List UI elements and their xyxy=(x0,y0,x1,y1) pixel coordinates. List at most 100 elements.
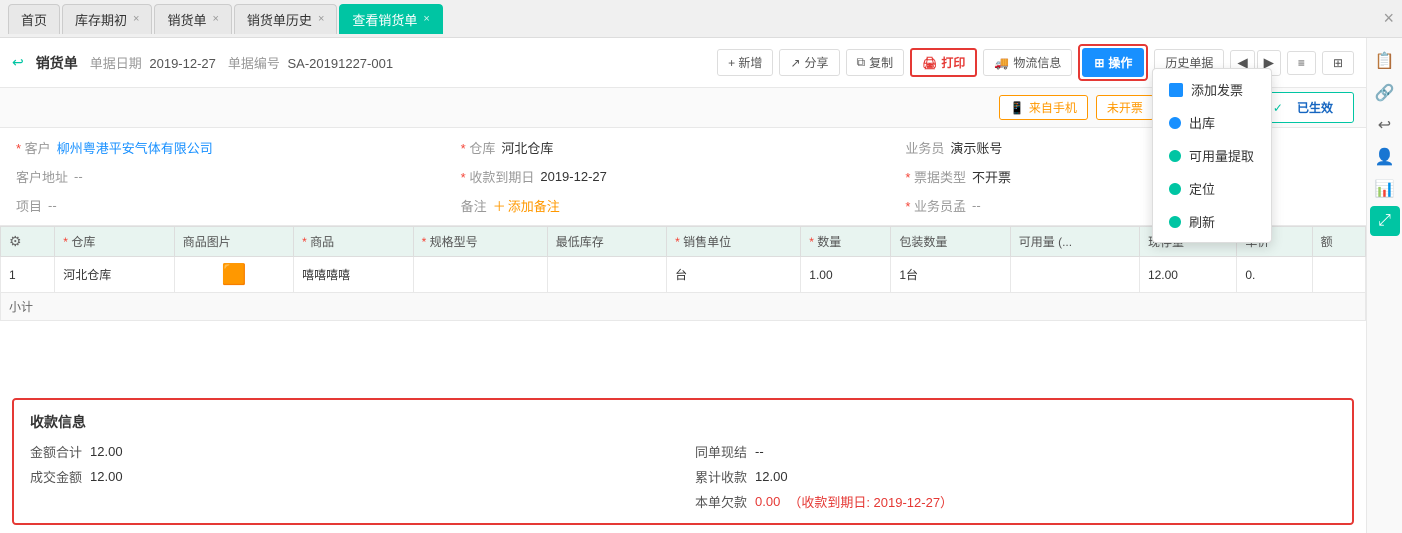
effective-button[interactable]: ✓ 已生效 xyxy=(1262,92,1354,123)
sidebar-icon-6[interactable]: ⤢ xyxy=(1370,206,1400,236)
ticket-type-label: 票据类型 xyxy=(905,167,966,186)
invoice-icon xyxy=(1169,83,1183,97)
print-button[interactable]: 🖨 打印 xyxy=(910,48,977,77)
date-label: 单据日期 xyxy=(90,56,142,71)
dropdown-menu: 添加发票 出库 可用量提取 定位 刷新 xyxy=(1152,68,1272,243)
col-qty: 数量 xyxy=(801,227,891,257)
refresh-icon xyxy=(1169,216,1181,228)
tab-sales-history-close[interactable]: × xyxy=(318,13,324,25)
not-opened-button[interactable]: 未开票 xyxy=(1096,95,1154,120)
same-order-item: 同单现结 -- xyxy=(695,442,1336,461)
tab-view-sales[interactable]: 查看销货单 × xyxy=(339,4,442,34)
customer-field: 客户 柳州粤港平安气体有限公司 xyxy=(16,138,461,157)
tab-home-label: 首页 xyxy=(21,10,47,29)
staff-field: 业务员 演示账号 xyxy=(905,138,1350,157)
col-product: 商品 xyxy=(294,227,413,257)
row-spec xyxy=(413,257,547,293)
dropdown-outbound[interactable]: 出库 xyxy=(1153,106,1271,139)
sales-staff-field: 业务员孟 -- xyxy=(905,196,1350,215)
col-amount: 额 xyxy=(1312,227,1365,257)
copy-button[interactable]: ⧉ 复制 xyxy=(846,49,905,76)
sidebar-icon-3[interactable]: ↩ xyxy=(1370,110,1400,140)
share-button[interactable]: ↗ 分享 xyxy=(779,49,839,76)
sidebar-icon-4[interactable]: 👤 xyxy=(1370,142,1400,172)
cumulative-item: 累计收款 12.00 xyxy=(695,467,1336,486)
tab-view-sales-close[interactable]: × xyxy=(423,13,429,25)
row-warehouse: 河北仓库 xyxy=(55,257,174,293)
total-value: 12.00 xyxy=(90,444,123,459)
tab-inventory-init[interactable]: 库存期初 × xyxy=(62,4,152,34)
date-value: 2019-12-27 xyxy=(149,56,216,71)
row-unit: 台 xyxy=(667,257,801,293)
form-row-1: 客户 柳州粤港平安气体有限公司 仓库 河北仓库 业务员 演示账号 xyxy=(16,138,1350,157)
note-label: 备注 xyxy=(461,196,487,215)
sales-staff-label: 业务员孟 xyxy=(905,196,966,215)
ops-icon: ⊞ xyxy=(1094,56,1104,70)
table-row: 1 河北仓库 🟧 嘻嘻嘻嘻 台 1.00 1台 12.00 0. xyxy=(1,257,1366,293)
row-index: 1 xyxy=(1,257,55,293)
tab-sales-order-label: 销货单 xyxy=(167,10,206,29)
form-row-3: 项目 -- 备注 ＋ 添加备注 业务员孟 -- xyxy=(16,196,1350,215)
form-row-2: 客户地址 -- 收款到期日 2019-12-27 票据类型 不开票 xyxy=(16,167,1350,186)
payment-title: 收款信息 xyxy=(30,412,1336,432)
logistics-icon: 🚚 xyxy=(994,56,1009,70)
doc-icon: ↩ xyxy=(12,54,24,71)
copy-icon: ⧉ xyxy=(857,55,866,70)
tab-view-sales-label: 查看销货单 xyxy=(352,10,417,29)
logistics-button[interactable]: 🚚 物流信息 xyxy=(983,49,1072,76)
tab-sales-order-close[interactable]: × xyxy=(212,13,218,25)
sales-staff-value: -- xyxy=(972,198,981,213)
ops-button[interactable]: ⊞ 操作 xyxy=(1082,48,1144,77)
row-qty: 1.00 xyxy=(801,257,891,293)
window-close-button[interactable]: × xyxy=(1383,8,1394,29)
subtotal-label: 小计 xyxy=(1,293,1366,321)
dropdown-add-invoice[interactable]: 添加发票 xyxy=(1153,73,1271,106)
row-min-stock xyxy=(547,257,666,293)
deal-amount-label: 成交金额 xyxy=(30,467,82,486)
list-view-button[interactable]: ⊞ xyxy=(1322,51,1354,75)
warehouse-label: 仓库 xyxy=(461,138,496,157)
ticket-type-field: 票据类型 不开票 xyxy=(905,167,1350,186)
col-warehouse: 仓库 xyxy=(55,227,174,257)
row-amount xyxy=(1312,257,1365,293)
col-pack-qty: 包装数量 xyxy=(891,227,1010,257)
tab-sales-order[interactable]: 销货单 × xyxy=(154,4,231,34)
doc-title: 销货单 xyxy=(36,53,78,73)
ticket-type-value: 不开票 xyxy=(972,167,1011,186)
payment-grid: 金额合计 12.00 同单现结 -- 成交金额 12.00 累计收款 12.00… xyxy=(30,442,1336,511)
new-button[interactable]: + 新增 xyxy=(717,49,773,76)
overdue-note: （收款到期日: 2019-12-27） xyxy=(788,492,953,511)
sidebar-icon-5[interactable]: 📊 xyxy=(1370,174,1400,204)
address-label: 客户地址 xyxy=(16,167,68,186)
ops-highlight: ⊞ 操作 xyxy=(1078,44,1148,81)
share-icon: ↗ xyxy=(790,56,800,70)
row-image: 🟧 xyxy=(174,257,293,293)
dropdown-refresh[interactable]: 刷新 xyxy=(1153,205,1271,238)
row-product: 嘻嘻嘻嘻 xyxy=(294,257,413,293)
settings-icon: ⚙ xyxy=(9,233,22,249)
subtotal-row: 小计 xyxy=(1,293,1366,321)
row-current-stock: 12.00 xyxy=(1139,257,1236,293)
tab-inventory-init-label: 库存期初 xyxy=(75,10,127,29)
row-available xyxy=(1010,257,1139,293)
sidebar-icon-2[interactable]: 🔗 xyxy=(1370,78,1400,108)
overdue-label: 本单欠款 xyxy=(695,492,747,511)
tab-inventory-init-close[interactable]: × xyxy=(133,13,139,25)
col-settings[interactable]: ⚙ xyxy=(1,227,55,257)
date-meta: 单据日期 2019-12-27 xyxy=(90,53,216,72)
dropdown-available-qty[interactable]: 可用量提取 xyxy=(1153,139,1271,172)
number-value: SA-20191227-001 xyxy=(288,56,394,71)
customer-value[interactable]: 柳州粤港平安气体有限公司 xyxy=(57,138,213,157)
same-order-label: 同单现结 xyxy=(695,442,747,461)
grid-view-button[interactable]: ≡ xyxy=(1287,51,1316,75)
sidebar-icon-1[interactable]: 📋 xyxy=(1370,46,1400,76)
address-field: 客户地址 -- xyxy=(16,167,461,186)
dropdown-locate[interactable]: 定位 xyxy=(1153,172,1271,205)
phone-icon: 📱 xyxy=(1010,101,1025,115)
add-note-button[interactable]: ＋ 添加备注 xyxy=(493,196,560,215)
cumulative-label: 累计收款 xyxy=(695,467,747,486)
tab-home[interactable]: 首页 xyxy=(8,4,60,34)
from-phone-button[interactable]: 📱 来自手机 xyxy=(999,95,1088,120)
tab-sales-history[interactable]: 销货单历史 × xyxy=(234,4,337,34)
warehouse-field: 仓库 河北仓库 xyxy=(461,138,906,157)
